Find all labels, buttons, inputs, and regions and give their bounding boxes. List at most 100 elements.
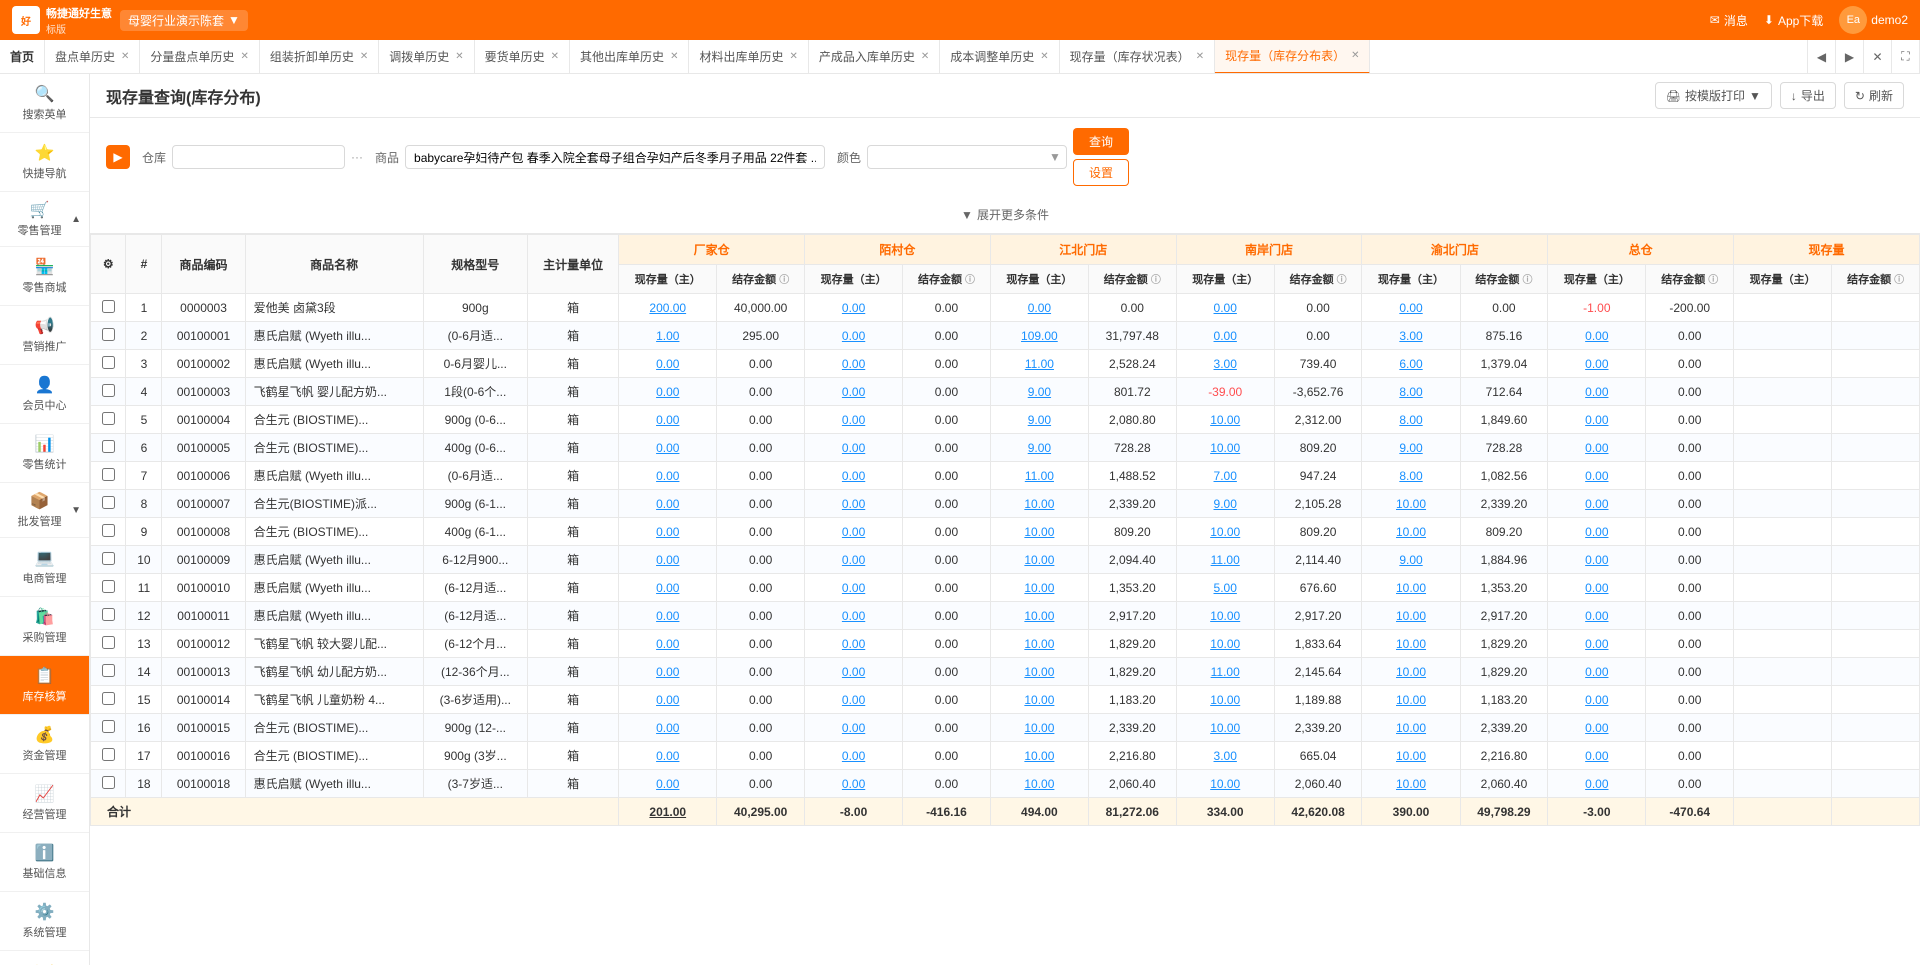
row-jiangbei-stock[interactable]: 11.00 [990, 462, 1088, 490]
sidebar-item-wholesale[interactable]: 📦 批发管理 ▼ [0, 483, 89, 538]
row-nanan-stock[interactable]: 11.00 [1176, 546, 1274, 574]
row-factory-stock[interactable]: 0.00 [619, 574, 717, 602]
color-input[interactable] [867, 145, 1067, 169]
row-mountain-stock[interactable]: 0.00 [804, 742, 902, 770]
row-nanan-stock[interactable]: 9.00 [1176, 490, 1274, 518]
tab-close-icon[interactable]: ✕ [551, 51, 559, 62]
print-btn[interactable]: 🖨 按模版打印 ▼ [1655, 82, 1772, 109]
total-nanan-stock[interactable]: 334.00 [1176, 798, 1274, 826]
checkbox[interactable] [102, 776, 115, 789]
sidebar-item-ecommerce[interactable]: 💻 电商管理 [0, 538, 89, 597]
export-btn[interactable]: ↓ 导出 [1780, 82, 1836, 109]
row-factory-stock[interactable]: 0.00 [619, 658, 717, 686]
row-mountain-stock[interactable]: 0.00 [804, 462, 902, 490]
row-mountain-stock[interactable]: 0.00 [804, 574, 902, 602]
row-nanan-stock[interactable]: 10.00 [1176, 518, 1274, 546]
row-checkbox[interactable] [91, 294, 126, 322]
row-factory-stock[interactable]: 0.00 [619, 602, 717, 630]
row-total-stock[interactable]: 0.00 [1548, 322, 1646, 350]
checkbox[interactable] [102, 356, 115, 369]
row-nanan-stock[interactable]: 10.00 [1176, 770, 1274, 798]
row-yube-stock[interactable]: 10.00 [1362, 742, 1460, 770]
filter-toggle-btn[interactable]: ▶ [106, 145, 130, 169]
tab-other-out[interactable]: 其他出库单历史 ✕ [570, 40, 689, 74]
row-mountain-stock[interactable]: 0.00 [804, 406, 902, 434]
row-checkbox[interactable] [91, 714, 126, 742]
tab-close-all-btn[interactable]: ✕ [1864, 40, 1892, 74]
row-checkbox[interactable] [91, 406, 126, 434]
sidebar-item-marketing[interactable]: 📢 营销推广 [0, 306, 89, 365]
checkbox[interactable] [102, 300, 115, 313]
row-yube-stock[interactable]: 10.00 [1362, 490, 1460, 518]
setting-btn[interactable]: 设置 [1073, 159, 1129, 186]
row-total-stock[interactable]: 0.00 [1548, 714, 1646, 742]
row-mountain-stock[interactable]: 0.00 [804, 630, 902, 658]
row-checkbox[interactable] [91, 350, 126, 378]
row-yube-stock[interactable]: 8.00 [1362, 462, 1460, 490]
row-yube-stock[interactable]: 10.00 [1362, 686, 1460, 714]
row-total-stock[interactable]: 0.00 [1548, 658, 1646, 686]
tab-home[interactable]: 首页 [0, 40, 45, 74]
row-checkbox[interactable] [91, 378, 126, 406]
row-factory-stock[interactable]: 1.00 [619, 322, 717, 350]
row-mountain-stock[interactable]: 0.00 [804, 770, 902, 798]
row-nanan-stock[interactable]: 10.00 [1176, 602, 1274, 630]
row-nanan-stock[interactable]: 10.00 [1176, 630, 1274, 658]
row-total-stock[interactable]: 0.00 [1548, 630, 1646, 658]
row-total-stock[interactable]: 0.00 [1548, 462, 1646, 490]
tab-close-icon[interactable]: ✕ [240, 51, 248, 62]
color-dropdown-icon[interactable]: ▼ [1049, 150, 1061, 164]
sidebar-item-nav[interactable]: ⭐ 快捷导航 [0, 133, 89, 192]
goods-input[interactable] [405, 145, 825, 169]
row-nanan-stock[interactable]: 7.00 [1176, 462, 1274, 490]
tab-cost-adjust[interactable]: 成本调整单历史 ✕ [940, 40, 1059, 74]
checkbox[interactable] [102, 440, 115, 453]
row-checkbox[interactable] [91, 462, 126, 490]
row-mountain-stock[interactable]: 0.00 [804, 518, 902, 546]
row-checkbox[interactable] [91, 742, 126, 770]
row-yube-stock[interactable]: 10.00 [1362, 574, 1460, 602]
store-selector[interactable]: 母婴行业演示陈套 ▼ [120, 10, 248, 31]
row-yube-stock[interactable]: 10.00 [1362, 630, 1460, 658]
tab-material-out[interactable]: 材料出库单历史 ✕ [689, 40, 808, 74]
row-jiangbei-stock[interactable]: 109.00 [990, 322, 1088, 350]
row-mountain-stock[interactable]: 0.00 [804, 350, 902, 378]
row-checkbox[interactable] [91, 630, 126, 658]
row-checkbox[interactable] [91, 322, 126, 350]
total-jiangbei-stock[interactable]: 494.00 [990, 798, 1088, 826]
row-yube-stock[interactable]: 6.00 [1362, 350, 1460, 378]
sidebar-item-finance[interactable]: 💰 资金管理 [0, 715, 89, 774]
info-icon[interactable]: ⓘ [1522, 275, 1532, 286]
row-yube-stock[interactable]: 0.00 [1362, 294, 1460, 322]
row-jiangbei-stock[interactable]: 10.00 [990, 714, 1088, 742]
sidebar-item-retail-mgmt[interactable]: 🛒 零售管理 ▲ [0, 192, 89, 247]
info-icon[interactable]: ⓘ [779, 275, 789, 286]
checkbox[interactable] [102, 328, 115, 341]
row-factory-stock[interactable]: 0.00 [619, 742, 717, 770]
tab-close-icon[interactable]: ✕ [1196, 51, 1204, 62]
row-checkbox[interactable] [91, 602, 126, 630]
app-download-btn[interactable]: ⬇ App下载 [1764, 12, 1823, 29]
settings-icon[interactable]: ⚙ [103, 257, 114, 271]
row-nanan-stock[interactable]: 10.00 [1176, 406, 1274, 434]
row-yube-stock[interactable]: 10.00 [1362, 602, 1460, 630]
sidebar-item-inventory[interactable]: 📋 库存核算 [0, 656, 89, 715]
sidebar-item-retail-mall[interactable]: 🏪 零售商城 [0, 247, 89, 306]
row-mountain-stock[interactable]: 0.00 [804, 658, 902, 686]
row-jiangbei-stock[interactable]: 0.00 [990, 294, 1088, 322]
row-factory-stock[interactable]: 0.00 [619, 546, 717, 574]
row-checkbox[interactable] [91, 770, 126, 798]
tab-production-in[interactable]: 产成品入库单历史 ✕ [809, 40, 940, 74]
row-mountain-stock[interactable]: 0.00 [804, 294, 902, 322]
row-total-stock[interactable]: 0.00 [1548, 434, 1646, 462]
warehouse-input[interactable] [172, 145, 345, 169]
row-total-stock[interactable]: 0.00 [1548, 770, 1646, 798]
row-factory-stock[interactable]: 0.00 [619, 350, 717, 378]
sidebar-item-purchase[interactable]: 🛍️ 采购管理 [0, 597, 89, 656]
row-yube-stock[interactable]: 10.00 [1362, 658, 1460, 686]
row-checkbox[interactable] [91, 658, 126, 686]
row-checkbox[interactable] [91, 434, 126, 462]
row-jiangbei-stock[interactable]: 10.00 [990, 630, 1088, 658]
total-mountain-stock[interactable]: -8.00 [804, 798, 902, 826]
row-checkbox[interactable] [91, 546, 126, 574]
